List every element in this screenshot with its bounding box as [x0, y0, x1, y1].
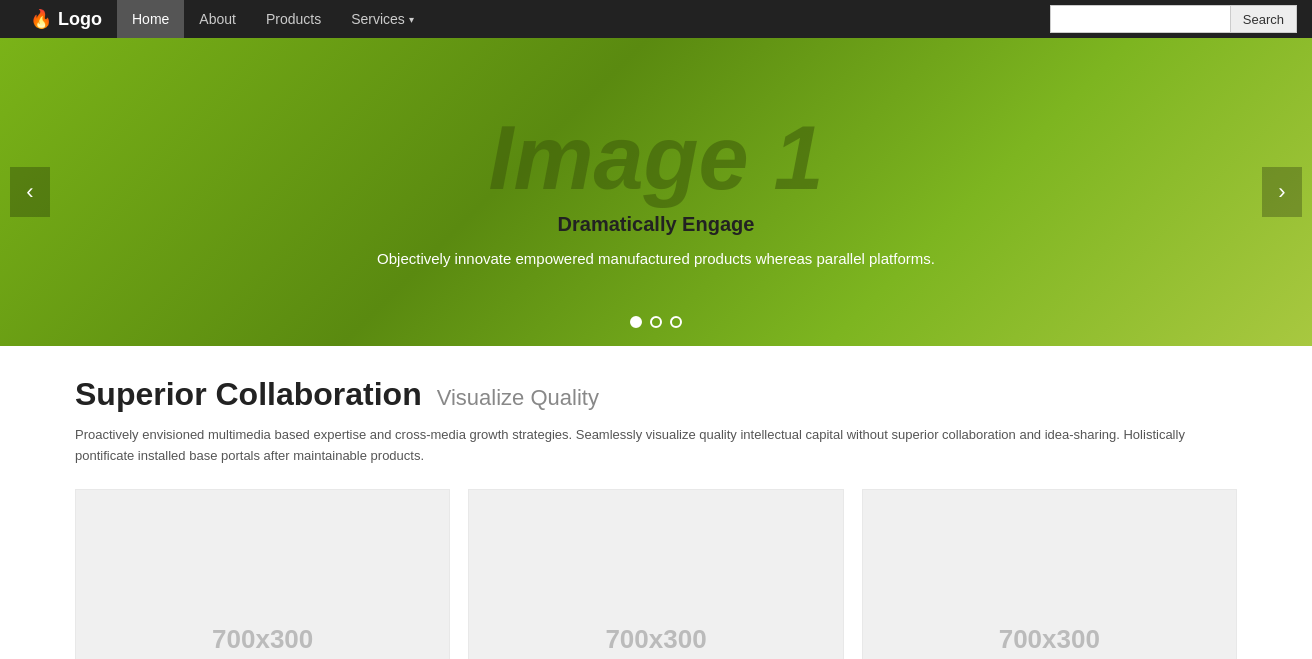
carousel-headline: Dramatically Engage: [377, 213, 935, 236]
carousel-dot-2[interactable]: [650, 316, 662, 328]
nav-items: Home About Products Services ▾: [117, 0, 1050, 38]
nav-item-products[interactable]: Products: [251, 0, 336, 38]
image-placeholder-2: 700x300: [468, 489, 843, 659]
navbar-brand[interactable]: 🔥 Logo: [15, 8, 117, 30]
section-heading: Superior Collaboration Visualize Quality: [75, 376, 1237, 413]
nav-item-about[interactable]: About: [184, 0, 251, 38]
section-title: Superior Collaboration: [75, 376, 422, 413]
image-placeholder-label-1: 700x300: [212, 624, 313, 655]
carousel-prev-button[interactable]: ‹: [10, 167, 50, 217]
search-input[interactable]: [1050, 5, 1230, 33]
carousel-body: Objectively innovate empowered manufactu…: [377, 248, 935, 271]
brand-label: Logo: [58, 9, 102, 30]
image-placeholder-label-2: 700x300: [605, 624, 706, 655]
nav-item-home[interactable]: Home: [117, 0, 184, 38]
carousel-image-title: Image 1: [377, 113, 935, 203]
nav-item-services-label: Services: [351, 11, 405, 27]
section-description: Proactively envisioned multimedia based …: [75, 425, 1237, 467]
carousel: ‹ Image 1 Dramatically Engage Objectivel…: [0, 38, 1312, 346]
image-placeholder-label-3: 700x300: [999, 624, 1100, 655]
content-section: Superior Collaboration Visualize Quality…: [0, 346, 1312, 659]
image-placeholder-3: 700x300: [862, 489, 1237, 659]
carousel-next-button[interactable]: ›: [1262, 167, 1302, 217]
carousel-content: Image 1 Dramatically Engage Objectively …: [377, 113, 935, 271]
carousel-dot-1[interactable]: [630, 316, 642, 328]
navbar-search: Search: [1050, 5, 1297, 33]
chevron-down-icon: ▾: [409, 14, 414, 25]
carousel-dot-3[interactable]: [670, 316, 682, 328]
nav-item-services[interactable]: Services ▾: [336, 0, 429, 38]
fire-icon: 🔥: [30, 8, 52, 30]
navbar: 🔥 Logo Home About Products Services ▾ Se…: [0, 0, 1312, 38]
image-grid: 700x300 700x300 700x300: [75, 489, 1237, 659]
carousel-indicators: [630, 316, 682, 328]
section-subtitle: Visualize Quality: [437, 385, 599, 411]
image-placeholder-1: 700x300: [75, 489, 450, 659]
search-button[interactable]: Search: [1230, 5, 1297, 33]
